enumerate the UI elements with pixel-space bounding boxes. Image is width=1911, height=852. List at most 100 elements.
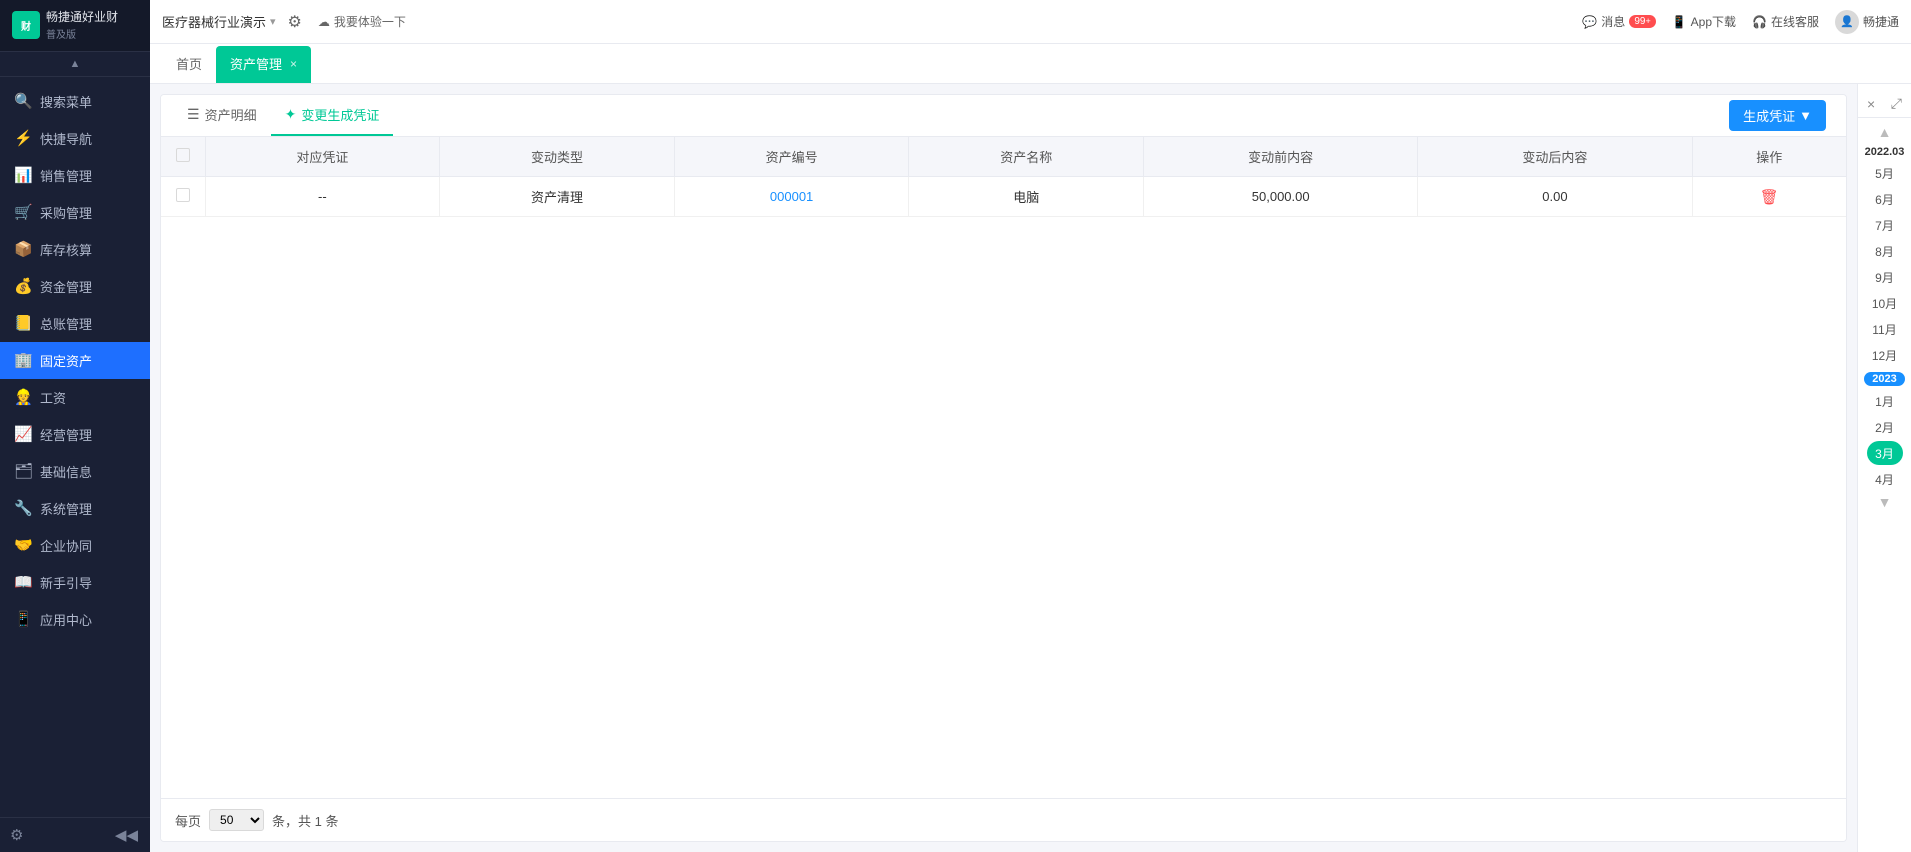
tab-home[interactable]: 首页: [162, 46, 216, 83]
right-panel: × ⤢ ▲ 2022.03 5月 6月 7月 8月 9月 10月 11月 12月…: [1857, 84, 1911, 852]
app-download-btn[interactable]: 📱 App下载: [1672, 13, 1736, 30]
month-item-2023-1[interactable]: 1月: [1867, 389, 1903, 413]
sidebar-item-label: 工资: [40, 388, 66, 407]
sidebar-item-enterprise[interactable]: 🤝 企业协同: [0, 527, 150, 564]
sidebar-item-label: 销售管理: [40, 166, 92, 185]
topbar-right: 💬 消息 99+ 📱 App下载 🎧 在线客服 👤 畅捷通: [1582, 10, 1899, 34]
sidebar-item-capital[interactable]: 💰 资金管理: [0, 268, 150, 305]
generate-voucher-btn-arrow: ▼: [1799, 108, 1812, 123]
sidebar-item-fixed-assets[interactable]: 🏢 固定资产: [0, 342, 150, 379]
inventory-icon: 📦: [14, 240, 32, 258]
row-before-content: 50,000.00: [1144, 177, 1418, 217]
topbar: 医疗器械行业演示 ▾ ⚙ ☁ 我要体验一下 💬 消息 99+ 📱 App下载 🎧…: [150, 0, 1911, 44]
month-item-7[interactable]: 7月: [1867, 213, 1903, 237]
purchase-icon: 🛒: [14, 203, 32, 221]
generate-voucher-btn-label: 生成凭证: [1743, 106, 1795, 125]
timeline-nav-up-btn[interactable]: ▲: [1870, 122, 1900, 142]
month-item-2023-3[interactable]: 3月: [1867, 441, 1903, 465]
experience-label: 我要体验一下: [334, 13, 406, 30]
row-change-type: 资产清理: [440, 177, 675, 217]
tab-close-btn[interactable]: ×: [290, 57, 297, 71]
timeline-container: ▲ 2022.03 5月 6月 7月 8月 9月 10月 11月 12月 202…: [1858, 122, 1911, 846]
sidebar-item-purchase[interactable]: 🛒 采购管理: [0, 194, 150, 231]
month-item-5[interactable]: 5月: [1867, 161, 1903, 185]
sidebar-item-label: 基础信息: [40, 462, 92, 481]
sub-tabs: ☰ 资产明细 ✦ 变更生成凭证 生成凭证 ▼: [161, 95, 1846, 137]
generate-voucher-btn[interactable]: 生成凭证 ▼: [1729, 100, 1826, 131]
sidebar-item-app-center[interactable]: 📱 应用中心: [0, 601, 150, 638]
ledger-icon: 📒: [14, 314, 32, 332]
app-logo: 财: [12, 11, 40, 39]
sidebar-nav: 🔍 搜索菜单 ⚡ 快捷导航 📊 销售管理 🛒 采购管理 📦 库存核算 💰 资金管…: [0, 77, 150, 817]
user-profile-btn[interactable]: 👤 畅捷通: [1835, 10, 1899, 34]
voucher-table: 对应凭证 变动类型 资产编号 资产名称 变动前内容 变动后内容 操作: [161, 137, 1846, 217]
sidebar-item-basic-info[interactable]: 🗂 基础信息: [0, 453, 150, 490]
salary-icon: 👷: [14, 388, 32, 406]
select-all-checkbox[interactable]: [176, 148, 190, 162]
month-item-2023-2[interactable]: 2月: [1867, 415, 1903, 439]
month-item-10[interactable]: 10月: [1867, 291, 1903, 315]
customer-service-btn[interactable]: 🎧 在线客服: [1752, 13, 1819, 30]
sub-tab-generate-voucher[interactable]: ✦ 变更生成凭证: [271, 95, 394, 136]
messages-btn[interactable]: 💬 消息 99+: [1582, 13, 1655, 30]
table-col-after: 变动后内容: [1418, 137, 1692, 177]
tab-home-label: 首页: [176, 54, 202, 73]
row-after-content: 0.00: [1418, 177, 1692, 217]
enterprise-icon: 🤝: [14, 536, 32, 554]
tab-asset-management[interactable]: 资产管理 ×: [216, 46, 311, 83]
month-item-12[interactable]: 12月: [1867, 343, 1903, 367]
table-container: 对应凭证 变动类型 资产编号 资产名称 变动前内容 变动后内容 操作: [161, 137, 1846, 798]
sidebar-item-label: 快捷导航: [40, 129, 92, 148]
sidebar-item-inventory[interactable]: 📦 库存核算: [0, 231, 150, 268]
sidebar-item-operations[interactable]: 📈 经营管理: [0, 416, 150, 453]
sidebar-scroll-up-btn[interactable]: ▲: [68, 56, 83, 72]
guide-icon: 📖: [14, 573, 32, 591]
sidebar-item-system[interactable]: 🔧 系统管理: [0, 490, 150, 527]
panel-close-btn[interactable]: ×: [1864, 95, 1878, 113]
month-item-9[interactable]: 9月: [1867, 265, 1903, 289]
table-col-asset-code: 资产编号: [674, 137, 909, 177]
sidebar-item-guide[interactable]: 📖 新手引导: [0, 564, 150, 601]
basic-info-icon: 🗂: [14, 462, 32, 480]
delete-row-btn[interactable]: 🗑: [1760, 189, 1779, 206]
sidebar-item-salary[interactable]: 👷 工资: [0, 379, 150, 416]
row-checkbox-cell: [161, 177, 205, 217]
row-voucher: --: [205, 177, 440, 217]
content-area: ☰ 资产明细 ✦ 变更生成凭证 生成凭证 ▼: [150, 84, 1911, 852]
sidebar-item-label: 库存核算: [40, 240, 92, 259]
month-item-8[interactable]: 8月: [1867, 239, 1903, 263]
app-version: 普及版: [46, 26, 118, 41]
app-download-icon: 📱: [1672, 15, 1687, 29]
sidebar-item-label: 企业协同: [40, 536, 92, 555]
sidebar-collapse-btn[interactable]: ◀◀: [113, 824, 140, 846]
month-item-2023-4[interactable]: 4月: [1867, 467, 1903, 491]
row-asset-name: 电脑: [909, 177, 1144, 217]
experience-btn[interactable]: ☁ 我要体验一下: [318, 13, 406, 30]
generate-btn-area: 生成凭证 ▼: [1721, 100, 1834, 131]
sidebar-settings-btn[interactable]: ⚙: [10, 826, 23, 844]
company-selector[interactable]: 医疗器械行业演示 ▾: [162, 12, 276, 31]
sidebar-item-search[interactable]: 🔍 搜索菜单: [0, 83, 150, 120]
quick-nav-icon: ⚡: [14, 129, 32, 147]
per-page-select[interactable]: 50 10 20 100: [209, 809, 264, 831]
topbar-settings-icon[interactable]: ⚙: [288, 12, 302, 32]
experience-cloud-icon: ☁: [318, 15, 330, 29]
sidebar-item-quick-nav[interactable]: ⚡ 快捷导航: [0, 120, 150, 157]
sub-tab-asset-detail[interactable]: ☰ 资产明细: [173, 95, 271, 136]
timeline-nav-down-btn[interactable]: ▼: [1870, 492, 1900, 512]
sidebar-item-sales[interactable]: 📊 销售管理: [0, 157, 150, 194]
company-name: 医疗器械行业演示: [162, 12, 266, 31]
month-item-11[interactable]: 11月: [1867, 317, 1903, 341]
panel-expand-btn[interactable]: ⤢: [1888, 94, 1905, 113]
sidebar-item-ledger[interactable]: 📒 总账管理: [0, 305, 150, 342]
row-asset-code[interactable]: 000001: [674, 177, 909, 217]
sidebar-item-label: 总账管理: [40, 314, 92, 333]
year-2023-label: 2023: [1864, 372, 1904, 386]
fixed-assets-icon: 🏢: [14, 351, 32, 369]
month-item-6[interactable]: 6月: [1867, 187, 1903, 211]
sidebar-header: 财 畅捷通好业财 普及版: [0, 0, 150, 52]
sidebar-footer: ⚙ ◀◀: [0, 817, 150, 852]
messages-badge: 99+: [1629, 15, 1655, 28]
company-chevron-icon: ▾: [270, 15, 276, 28]
row-checkbox[interactable]: [176, 188, 190, 202]
